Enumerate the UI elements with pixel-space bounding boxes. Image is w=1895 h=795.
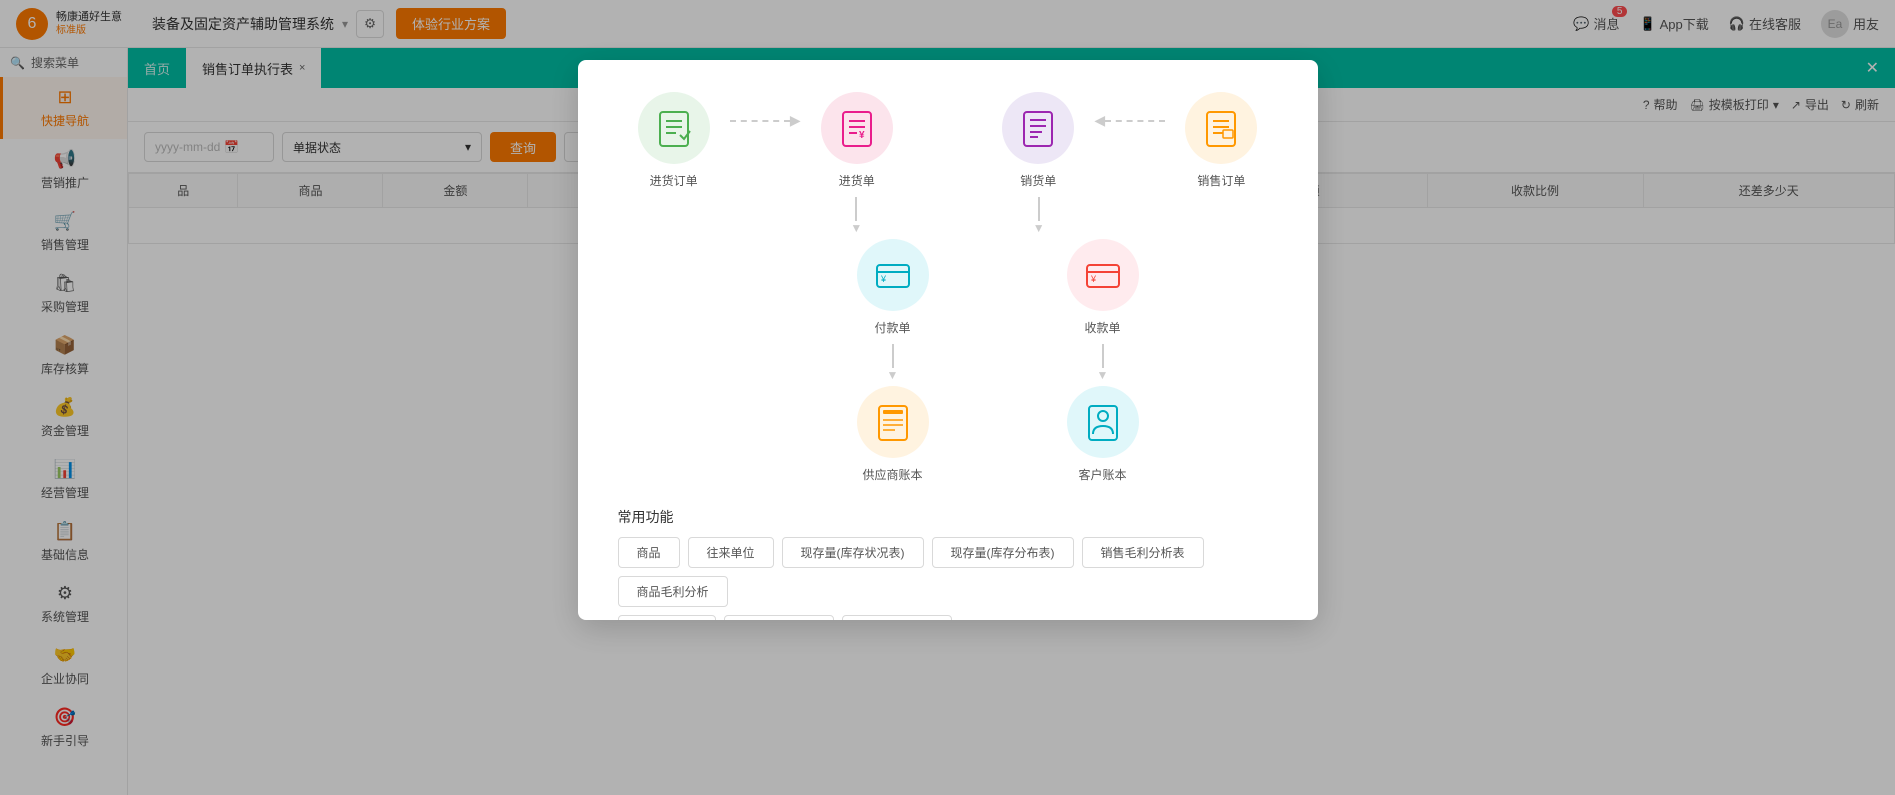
flow-node-payment-slip[interactable]: ¥ 付款单 [828, 239, 958, 336]
sales-slip-label: 销货单 [1020, 172, 1056, 189]
customer-account-icon [1067, 386, 1139, 458]
arrow-so-to-ss: ◀ [1094, 112, 1165, 169]
purchase-slip-icon: ¥ [821, 92, 893, 164]
arrow-po-to-ps: ▶ [730, 112, 801, 169]
flow-row-3: 供应商账本 客户账本 [618, 386, 1278, 483]
sales-slip-icon [1002, 92, 1074, 164]
func-btn-inventory-dist[interactable]: 现存量(库存分布表) [932, 537, 1074, 568]
func-btn-receipt-stat[interactable]: 收款情况统计 [724, 615, 834, 620]
receipt-slip-label: 收款单 [1084, 319, 1120, 336]
flow-node-purchase-order[interactable]: 进货订单 [618, 92, 730, 189]
common-functions: 常用功能 商品 往来单位 现存量(库存状况表) 现存量(库存分布表) 销售毛利分… [618, 507, 1278, 620]
func-buttons-row2: 销售排行榜 收款情况统计 付款情况统计 [618, 615, 1278, 620]
purchase-order-label: 进货订单 [650, 172, 698, 189]
flow-node-purchase-slip[interactable]: ¥ 进货单 [801, 92, 913, 189]
purchase-order-icon [638, 92, 710, 164]
payment-slip-label: 付款单 [874, 319, 910, 336]
supplier-account-icon [857, 386, 929, 458]
func-btn-sales-profit-analysis[interactable]: 销售毛利分析表 [1082, 537, 1204, 568]
overlay[interactable]: 进货订单 ▶ ¥ 进货单 [0, 0, 1895, 795]
receipt-slip-icon: ¥ [1067, 239, 1139, 311]
flow-row-2: ¥ 付款单 ¥ 收款单 [618, 239, 1278, 336]
quick-nav-modal: 进货订单 ▶ ¥ 进货单 [578, 60, 1318, 620]
flow-row-v-arrows-2: ▼ ▼ [618, 344, 1278, 382]
func-btn-payment-stat[interactable]: 付款情况统计 [842, 615, 952, 620]
svg-text:¥: ¥ [880, 274, 887, 284]
func-btn-contacts[interactable]: 往来单位 [688, 537, 774, 568]
customer-account-label: 客户账本 [1078, 466, 1126, 483]
flow-node-receipt-slip[interactable]: ¥ 收款单 [1038, 239, 1168, 336]
flow-row-1: 进货订单 ▶ ¥ 进货单 [618, 92, 1278, 189]
flow-diagram: 进货订单 ▶ ¥ 进货单 [618, 92, 1278, 491]
payment-slip-icon: ¥ [857, 239, 929, 311]
flow-node-supplier-account[interactable]: 供应商账本 [828, 386, 958, 483]
func-btn-inventory-status[interactable]: 现存量(库存状况表) [782, 537, 924, 568]
func-btn-sales-rank[interactable]: 销售排行榜 [618, 615, 716, 620]
flow-node-sales-slip[interactable]: 销货单 [982, 92, 1094, 189]
func-btn-goods-profit-analysis[interactable]: 商品毛利分析 [618, 576, 728, 607]
supplier-account-label: 供应商账本 [862, 466, 922, 483]
flow-node-customer-account[interactable]: 客户账本 [1038, 386, 1168, 483]
svg-text:¥: ¥ [859, 130, 865, 141]
func-buttons-row1: 商品 往来单位 现存量(库存状况表) 现存量(库存分布表) 销售毛利分析表 商品… [618, 537, 1278, 607]
func-btn-goods[interactable]: 商品 [618, 537, 680, 568]
flow-row-v-arrows: ▼ ▼ [618, 197, 1278, 235]
flow-node-sales-order[interactable]: 销售订单 [1165, 92, 1277, 189]
sales-order-label: 销售订单 [1197, 172, 1245, 189]
common-functions-title: 常用功能 [618, 507, 1278, 527]
purchase-slip-label: 进货单 [839, 172, 875, 189]
svg-text:¥: ¥ [1090, 274, 1097, 284]
sales-order-icon [1185, 92, 1257, 164]
